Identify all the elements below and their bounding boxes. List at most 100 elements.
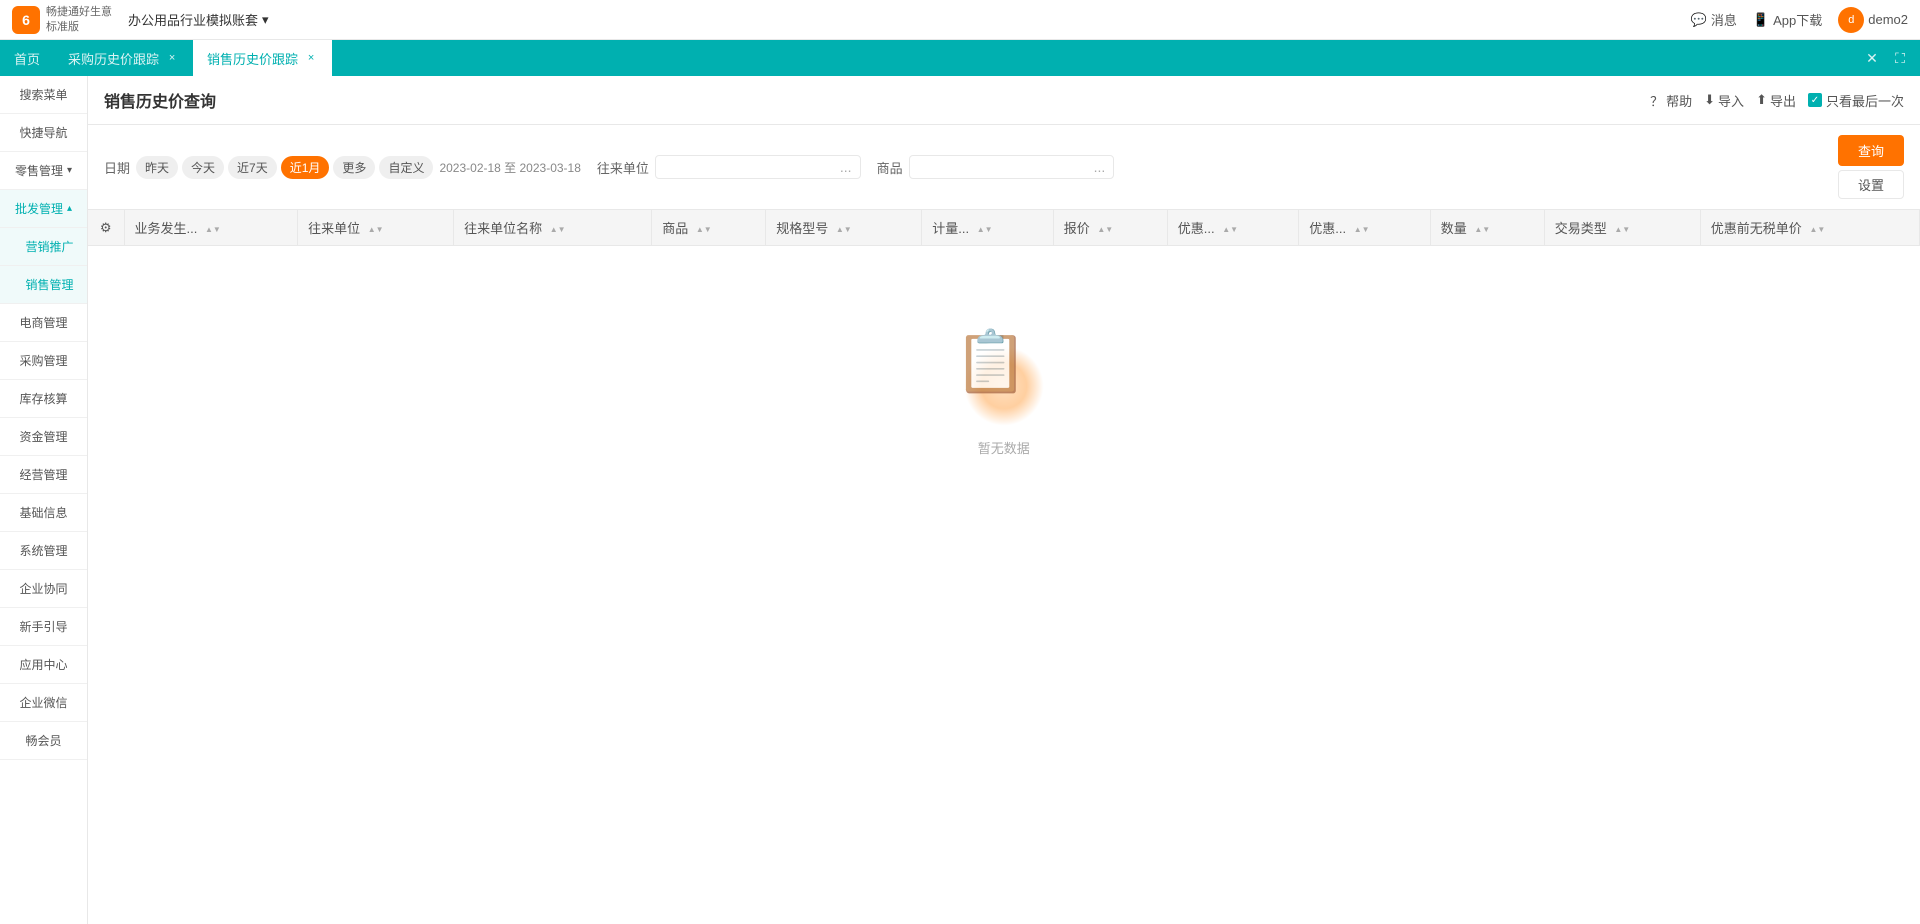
sidebar-item-purchase[interactable]: 采购管理 bbox=[0, 342, 87, 380]
page-header-actions: ？ 帮助 ⬇ 导入 ⬆ 导出 ✓ 只看最后一 bbox=[1650, 91, 1904, 110]
date-range-text: 2023-02-18 至 2023-03-18 bbox=[439, 159, 580, 176]
th-gear[interactable]: ⚙ bbox=[88, 210, 124, 246]
sidebar-item-vip[interactable]: 畅会员 bbox=[0, 722, 87, 760]
help-icon: ？ bbox=[1650, 91, 1663, 110]
sort-arrows: ▲▼ bbox=[1354, 225, 1370, 234]
date-btn-1month[interactable]: 近1月 bbox=[281, 156, 330, 179]
th-spec[interactable]: 规格型号 ▲▼ bbox=[766, 210, 922, 246]
th-product[interactable]: 商品 ▲▼ bbox=[652, 210, 766, 246]
unit-input[interactable] bbox=[664, 160, 840, 175]
logo-icon: 6 bbox=[12, 6, 40, 34]
sidebar-item-enterprise-collab[interactable]: 企业协同 bbox=[0, 570, 87, 608]
sidebar-system-label: 系统管理 bbox=[19, 542, 67, 559]
product-input[interactable] bbox=[918, 160, 1094, 175]
sidebar-search-label: 搜索菜单 bbox=[19, 86, 67, 103]
content-area: 销售历史价查询 ？ 帮助 ⬇ 导入 ⬆ 导出 bbox=[88, 76, 1920, 924]
th-unit-code[interactable]: 往来单位 ▲▼ bbox=[298, 210, 454, 246]
date-btn-yesterday[interactable]: 昨天 bbox=[136, 156, 178, 179]
sidebar-shortcuts-label: 快捷导航 bbox=[19, 124, 67, 141]
sidebar-item-retail[interactable]: 零售管理 ▾ bbox=[0, 152, 87, 190]
date-label: 日期 bbox=[104, 158, 130, 177]
query-button[interactable]: 查询 bbox=[1838, 135, 1904, 166]
th-discount1[interactable]: 优惠... ▲▼ bbox=[1167, 210, 1299, 246]
sidebar-purchase-label: 采购管理 bbox=[19, 352, 67, 369]
date-btn-custom[interactable]: 自定义 bbox=[379, 156, 433, 179]
tab-purchase-history[interactable]: 采购历史价跟踪 × bbox=[54, 40, 193, 76]
sort-arrows: ▲▼ bbox=[1614, 225, 1630, 234]
tab-purchase-close[interactable]: × bbox=[165, 51, 179, 65]
dropdown-icon: ▾ bbox=[262, 12, 269, 28]
sidebar-item-newuser[interactable]: 新手引导 bbox=[0, 608, 87, 646]
th-quantity[interactable]: 数量 ▲▼ bbox=[1430, 210, 1544, 246]
tab-sales-close[interactable]: × bbox=[304, 51, 318, 65]
sidebar-item-sales-mgmt[interactable]: 销售管理 bbox=[0, 266, 87, 304]
sidebar-vip-label: 畅会员 bbox=[25, 732, 61, 749]
sort-arrows: ▲▼ bbox=[977, 225, 993, 234]
import-button[interactable]: ⬇ 导入 bbox=[1704, 91, 1744, 110]
top-bar-right: 💬 消息 📱 App下载 d demo2 bbox=[1691, 7, 1908, 33]
sidebar-item-finance[interactable]: 资金管理 bbox=[0, 418, 87, 456]
empty-text: 暂无数据 bbox=[978, 438, 1030, 457]
date-btn-today[interactable]: 今天 bbox=[182, 156, 224, 179]
import-icon: ⬇ bbox=[1704, 92, 1715, 108]
settings-button[interactable]: 设置 bbox=[1838, 170, 1904, 199]
filter-row: 日期 昨天 今天 近7天 近1月 更多 自定义 2023-02-18 至 202… bbox=[88, 125, 1920, 210]
user-menu[interactable]: d demo2 bbox=[1838, 7, 1908, 33]
sort-arrows: ▲▼ bbox=[1474, 225, 1490, 234]
sort-arrows: ▲▼ bbox=[1809, 225, 1825, 234]
th-date[interactable]: 业务发生... ▲▼ bbox=[124, 210, 298, 246]
download-icon: 📱 bbox=[1753, 12, 1769, 28]
sidebar-sales-mgmt-label: 销售管理 bbox=[25, 276, 73, 293]
app-download-button[interactable]: 📱 App下载 bbox=[1753, 10, 1822, 29]
fullscreen-button[interactable]: ⛶ bbox=[1888, 46, 1912, 70]
sidebar-item-operations[interactable]: 经营管理 bbox=[0, 456, 87, 494]
message-button[interactable]: 💬 消息 bbox=[1691, 10, 1737, 29]
th-unit-name[interactable]: 往来单位名称 ▲▼ bbox=[454, 210, 652, 246]
product-dots-button[interactable]: ... bbox=[1094, 159, 1106, 175]
tab-sales-history[interactable]: 销售历史价跟踪 × bbox=[193, 40, 332, 76]
sidebar-ecommerce-label: 电商管理 bbox=[19, 314, 67, 331]
tab-home[interactable]: 首页 bbox=[0, 40, 54, 76]
empty-state: 📋 暂无数据 bbox=[88, 246, 1920, 537]
sidebar-item-inventory[interactable]: 库存核算 bbox=[0, 380, 87, 418]
sidebar-enterprise-collab-label: 企业协同 bbox=[19, 580, 67, 597]
sidebar-item-wholesale[interactable]: 批发管理 ▴ bbox=[0, 190, 87, 228]
date-btn-7days[interactable]: 近7天 bbox=[228, 156, 277, 179]
export-icon: ⬆ bbox=[1756, 92, 1767, 108]
sidebar-item-system[interactable]: 系统管理 bbox=[0, 532, 87, 570]
th-trade-type[interactable]: 交易类型 ▲▼ bbox=[1544, 210, 1700, 246]
sidebar-item-search[interactable]: 搜索菜单 bbox=[0, 76, 87, 114]
sidebar-item-marketing[interactable]: 营销推广 bbox=[0, 228, 87, 266]
th-pretax-price[interactable]: 优惠前无税单价 ▲▼ bbox=[1700, 210, 1919, 246]
app-selector[interactable]: 办公用品行业模拟账套 ▾ bbox=[120, 6, 277, 33]
sidebar-item-enterprise-wechat[interactable]: 企业微信 bbox=[0, 684, 87, 722]
only-last-checkbox[interactable]: ✓ 只看最后一次 bbox=[1808, 91, 1904, 110]
date-btn-more[interactable]: 更多 bbox=[333, 156, 375, 179]
sidebar-item-ecommerce[interactable]: 电商管理 bbox=[0, 304, 87, 342]
sort-arrows: ▲▼ bbox=[1222, 225, 1238, 234]
sort-arrows: ▲▼ bbox=[696, 225, 712, 234]
export-button[interactable]: ⬆ 导出 bbox=[1756, 91, 1796, 110]
top-bar: 6 畅捷通好生意 标准版 办公用品行业模拟账套 ▾ 💬 消息 📱 App下载 d… bbox=[0, 0, 1920, 40]
sort-arrows: ▲▼ bbox=[550, 225, 566, 234]
sort-arrows: ▲▼ bbox=[836, 225, 852, 234]
sidebar-item-appcenter[interactable]: 应用中心 bbox=[0, 646, 87, 684]
tab-bar-actions: ✕ ⛶ bbox=[1860, 46, 1920, 70]
date-filter-group: 日期 昨天 今天 近7天 近1月 更多 自定义 2023-02-18 至 202… bbox=[104, 156, 581, 179]
app-name: 办公用品行业模拟账套 bbox=[128, 10, 258, 29]
main-layout: 搜索菜单 快捷导航 零售管理 ▾ 批发管理 ▴ 营销推广 销售管理 电商管理 采… bbox=[0, 76, 1920, 924]
sidebar-item-shortcuts[interactable]: 快捷导航 bbox=[0, 114, 87, 152]
sidebar-item-basics[interactable]: 基础信息 bbox=[0, 494, 87, 532]
message-icon: 💬 bbox=[1691, 12, 1707, 28]
close-tab-button[interactable]: ✕ bbox=[1860, 46, 1884, 70]
help-button[interactable]: ？ 帮助 bbox=[1650, 91, 1692, 110]
unit-filter-group: 往来单位 ... bbox=[597, 155, 861, 179]
th-price[interactable]: 报价 ▲▼ bbox=[1053, 210, 1167, 246]
table-area: ⚙ 业务发生... ▲▼ 往来单位 ▲▼ 往来单位名称 ▲▼ bbox=[88, 210, 1920, 924]
th-unit[interactable]: 计量... ▲▼ bbox=[922, 210, 1054, 246]
unit-dots-button[interactable]: ... bbox=[840, 159, 852, 175]
empty-row: 📋 暂无数据 bbox=[88, 246, 1920, 538]
date-buttons: 昨天 今天 近7天 近1月 更多 自定义 bbox=[136, 156, 433, 179]
th-discount2[interactable]: 优惠... ▲▼ bbox=[1299, 210, 1431, 246]
sort-arrows: ▲▼ bbox=[205, 225, 221, 234]
